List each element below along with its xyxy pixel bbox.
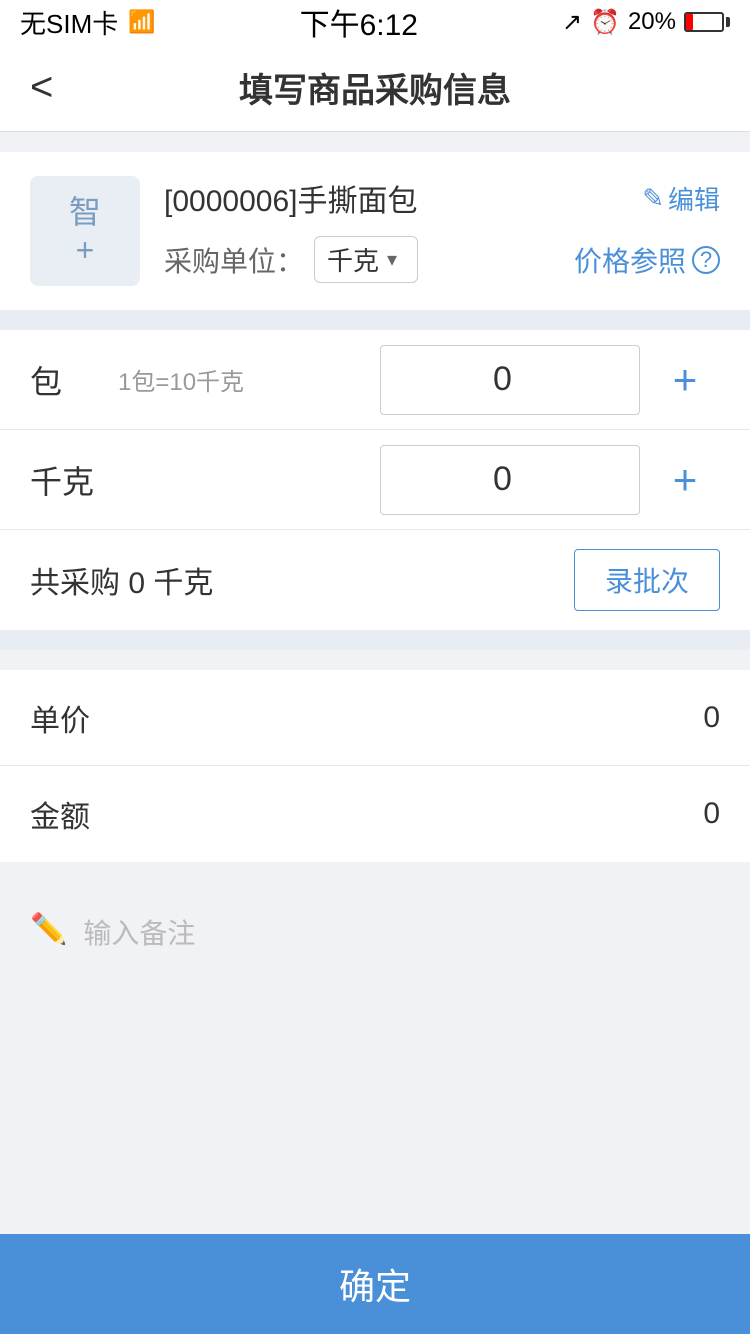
bag-quantity-input[interactable] bbox=[380, 345, 640, 415]
product-thumbnail: 智 + bbox=[30, 176, 140, 286]
total-label: 共采购 0 千克 bbox=[30, 558, 213, 602]
alarm-icon: ⏰ bbox=[590, 8, 620, 37]
dropdown-arrow-icon: ▾ bbox=[387, 247, 397, 272]
carrier-label: 无SIM卡 bbox=[20, 4, 118, 41]
edit-button[interactable]: ✎ 编辑 bbox=[642, 180, 720, 217]
nav-bar: < 填写商品采购信息 bbox=[0, 44, 750, 132]
bag-input-row: 包 1包=10千克 + bbox=[0, 330, 750, 430]
kg-plus-button[interactable]: + bbox=[650, 445, 720, 515]
kg-quantity-input[interactable] bbox=[380, 445, 640, 515]
product-name-row: [0000006]手撕面包 ✎ 编辑 bbox=[164, 176, 720, 220]
back-button[interactable]: < bbox=[30, 65, 53, 110]
unit-price-value: 0 bbox=[703, 701, 720, 735]
kg-input-row: 千克 + bbox=[0, 430, 750, 530]
time-label: 下午6:12 bbox=[300, 0, 418, 44]
unit-label: 采购单位： bbox=[164, 240, 304, 280]
amount-value: 0 bbox=[703, 797, 720, 831]
wifi-icon: 📶 bbox=[128, 9, 155, 35]
bag-sublabel: 1包=10千克 bbox=[118, 362, 380, 397]
price-ref-label: 价格参照 bbox=[574, 240, 686, 280]
kg-input-right: + bbox=[380, 445, 720, 515]
notes-section[interactable]: ✏️ 输入备注 bbox=[0, 882, 750, 1002]
amount-label: 金额 bbox=[30, 792, 90, 836]
amount-row: 金额 0 bbox=[0, 766, 750, 862]
confirm-bar[interactable]: 确定 bbox=[0, 1234, 750, 1334]
confirm-button[interactable]: 确定 bbox=[339, 1258, 411, 1310]
product-info: [0000006]手撕面包 ✎ 编辑 采购单位： 千克 ▾ 价格参照 ? bbox=[164, 176, 720, 283]
price-ref-help-icon: ? bbox=[692, 246, 720, 274]
status-right: ↗ ⏰ 20% bbox=[562, 8, 730, 37]
unit-select[interactable]: 千克 ▾ bbox=[314, 236, 418, 283]
unit-price-row: 单价 0 bbox=[0, 670, 750, 766]
gps-icon: ↗ bbox=[562, 8, 582, 37]
battery-icon bbox=[684, 12, 730, 32]
product-card: 智 + [0000006]手撕面包 ✎ 编辑 采购单位： 千克 ▾ 价格参照 ? bbox=[0, 152, 750, 310]
section-divider-1 bbox=[0, 310, 750, 330]
unit-row: 采购单位： 千克 ▾ 价格参照 ? bbox=[164, 236, 720, 283]
product-logo: 智 + bbox=[69, 193, 101, 270]
total-row: 共采购 0 千克 录批次 bbox=[0, 530, 750, 630]
edit-icon: ✎ bbox=[642, 183, 664, 214]
product-name: [0000006]手撕面包 bbox=[164, 176, 417, 220]
notes-placeholder: 输入备注 bbox=[83, 912, 195, 952]
bag-input-right: + bbox=[380, 345, 720, 415]
quantity-section: 包 1包=10千克 + 千克 + 共采购 0 千克 录批次 bbox=[0, 330, 750, 630]
notes-pencil-icon: ✏️ bbox=[30, 912, 67, 947]
edit-label: 编辑 bbox=[668, 180, 720, 217]
bag-plus-button[interactable]: + bbox=[650, 345, 720, 415]
unit-price-label: 单价 bbox=[30, 696, 90, 740]
batch-button[interactable]: 录批次 bbox=[574, 549, 720, 611]
section-divider-2 bbox=[0, 630, 750, 650]
bag-label: 包 bbox=[30, 357, 110, 403]
unit-value: 千克 bbox=[327, 241, 379, 278]
price-section: 单价 0 金额 0 bbox=[0, 670, 750, 862]
kg-label: 千克 bbox=[30, 457, 110, 503]
page-title: 填写商品采购信息 bbox=[239, 63, 511, 112]
battery-label: 20% bbox=[628, 8, 676, 36]
price-reference-button[interactable]: 价格参照 ? bbox=[574, 240, 720, 280]
status-left: 无SIM卡 📶 bbox=[20, 4, 156, 41]
status-bar: 无SIM卡 📶 下午6:12 ↗ ⏰ 20% bbox=[0, 0, 750, 44]
